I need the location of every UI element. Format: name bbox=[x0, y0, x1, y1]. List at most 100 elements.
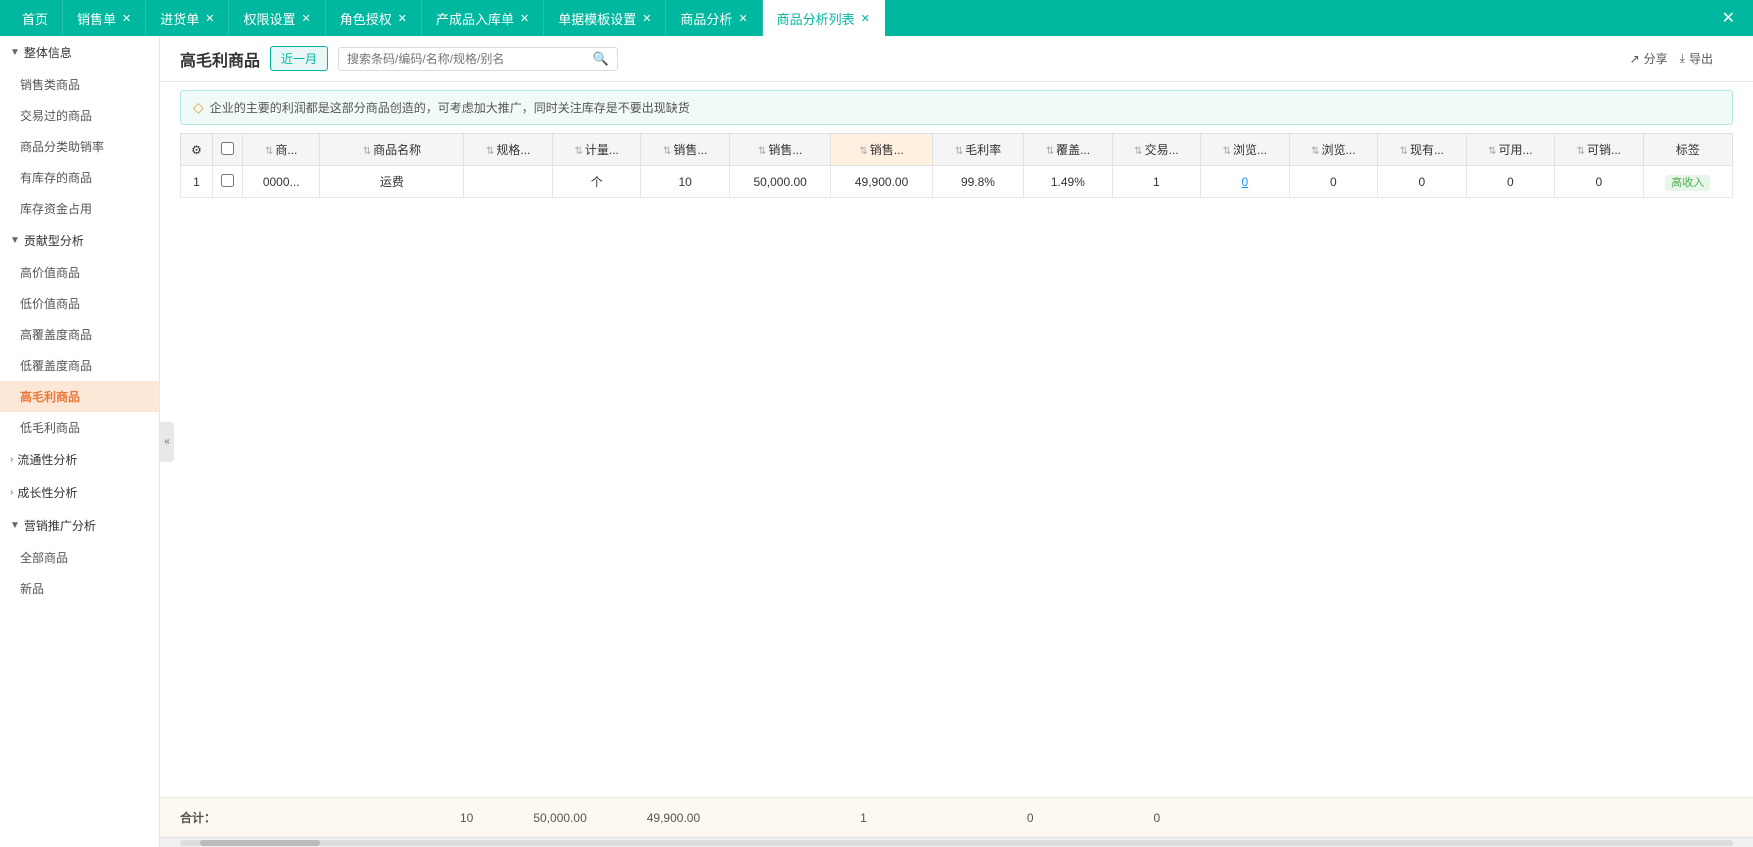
export-icon: ⤓ bbox=[1680, 51, 1685, 66]
sidebar-item-high-coverage[interactable]: 高覆盖度商品 bbox=[0, 319, 159, 350]
footer-saleable: 0 bbox=[1154, 811, 1161, 825]
share-button[interactable]: ↗ 分享 bbox=[1630, 50, 1668, 67]
col-gross-margin[interactable]: ⇅毛利率 bbox=[932, 134, 1023, 166]
sidebar-item-sales-goods[interactable]: 销售类商品 bbox=[0, 69, 159, 100]
close-analysis-tab[interactable]: ✕ bbox=[738, 12, 747, 25]
window-close-button[interactable]: ✕ bbox=[1712, 8, 1745, 28]
share-icon: ↗ bbox=[1630, 52, 1640, 66]
sidebar-item-low-margin[interactable]: 低毛利商品 bbox=[0, 412, 159, 443]
row-gross-margin: 99.8% bbox=[932, 166, 1023, 198]
sidebar-collapse-button[interactable]: « bbox=[160, 422, 174, 462]
main-layout: ▼ 整体信息 销售类商品 交易过的商品 商品分类助销率 有库存的商品 库存资金占… bbox=[0, 36, 1753, 847]
sidebar-item-new-goods[interactable]: 新品 bbox=[0, 573, 159, 604]
select-all-checkbox[interactable] bbox=[221, 142, 234, 155]
table-row: 1 0000... 运费 个 10 50,000.00 49,900.00 99… bbox=[181, 166, 1733, 198]
col-name[interactable]: ⇅商品名称 bbox=[320, 134, 464, 166]
col-sales-qty[interactable]: ⇅销售... bbox=[641, 134, 729, 166]
row-spec bbox=[464, 166, 552, 198]
nav-tab-analysis-list[interactable]: 商品分析列表 ✕ bbox=[763, 0, 885, 36]
sidebar-item-stock-capital[interactable]: 库存资金占用 bbox=[0, 193, 159, 224]
row-browse1[interactable]: 0 bbox=[1201, 166, 1289, 198]
sidebar-section-contribution[interactable]: ▼ 贡献型分析 bbox=[0, 224, 159, 257]
col-sales-amount[interactable]: ⇅销售... bbox=[729, 134, 830, 166]
sidebar-item-high-value[interactable]: 高价值商品 bbox=[0, 257, 159, 288]
row-sales-qty: 10 bbox=[641, 166, 729, 198]
col-code[interactable]: ⇅商... bbox=[243, 134, 320, 166]
close-purchase-tab[interactable]: ✕ bbox=[205, 12, 214, 25]
table-container: ⚙ ⇅商... ⇅商品名称 ⇅规格... ⇅计量... ⇅销售... ⇅销售..… bbox=[160, 133, 1753, 797]
footer-transaction: 1 bbox=[860, 811, 867, 825]
scrollbar-thumb[interactable] bbox=[200, 840, 320, 846]
nav-tab-purchase[interactable]: 进货单 ✕ bbox=[146, 0, 229, 36]
close-inbound-tab[interactable]: ✕ bbox=[520, 12, 529, 25]
row-checkbox[interactable] bbox=[221, 174, 234, 187]
nav-tab-template[interactable]: 单据模板设置 ✕ bbox=[544, 0, 666, 36]
close-permission-tab[interactable]: ✕ bbox=[302, 12, 311, 25]
scrollbar-track bbox=[180, 840, 1733, 846]
sidebar-item-high-margin[interactable]: 高毛利商品 bbox=[0, 381, 159, 412]
nav-tab-home[interactable]: 首页 bbox=[8, 0, 63, 36]
sidebar-section-marketing[interactable]: ▼ 营销推广分析 bbox=[0, 509, 159, 542]
col-spec[interactable]: ⇅规格... bbox=[464, 134, 552, 166]
row-current-stock: 0 bbox=[1378, 166, 1466, 198]
col-current-stock[interactable]: ⇅现有... bbox=[1378, 134, 1466, 166]
horizontal-scrollbar[interactable] bbox=[160, 837, 1753, 847]
search-input[interactable] bbox=[347, 52, 593, 66]
col-coverage[interactable]: ⇅覆盖... bbox=[1024, 134, 1112, 166]
arrow-marketing-icon: ▼ bbox=[10, 520, 20, 531]
row-code[interactable]: 0000... bbox=[243, 166, 320, 198]
row-name: 运费 bbox=[320, 166, 464, 198]
sidebar-item-category-rate[interactable]: 商品分类助销率 bbox=[0, 131, 159, 162]
top-nav: 首页 销售单 ✕ 进货单 ✕ 权限设置 ✕ 角色授权 ✕ 产成品入库单 ✕ 单据… bbox=[0, 0, 1753, 36]
col-browse2[interactable]: ⇅浏览... bbox=[1289, 134, 1377, 166]
row-checkbox-cell bbox=[213, 166, 243, 198]
footer-sales-amount: 50,000.00 bbox=[533, 811, 586, 825]
alert-banner: ◇ 企业的主要的利润都是这部分商品创造的，可考虑加大推广，同时关注库存是不要出现… bbox=[180, 90, 1733, 125]
sidebar-item-low-value[interactable]: 低价值商品 bbox=[0, 288, 159, 319]
sidebar-item-in-stock[interactable]: 有库存的商品 bbox=[0, 162, 159, 193]
col-settings[interactable]: ⚙ bbox=[181, 134, 213, 166]
sidebar-item-traded-goods[interactable]: 交易过的商品 bbox=[0, 100, 159, 131]
date-filter-button[interactable]: 近一月 bbox=[270, 46, 328, 71]
sidebar-item-all-goods[interactable]: 全部商品 bbox=[0, 542, 159, 573]
export-button[interactable]: ⤓ 导出 bbox=[1680, 50, 1713, 67]
alert-message: 企业的主要的利润都是这部分商品创造的，可考虑加大推广，同时关注库存是不要出现缺货 bbox=[210, 99, 690, 116]
arrow-contribution-icon: ▼ bbox=[10, 235, 20, 246]
row-tag: 高收入 bbox=[1643, 166, 1732, 198]
status-badge: 高收入 bbox=[1665, 175, 1710, 191]
close-sales-tab[interactable]: ✕ bbox=[122, 12, 131, 25]
nav-tab-analysis[interactable]: 商品分析 ✕ bbox=[666, 0, 762, 36]
sidebar-section-liquidity[interactable]: › 流通性分析 bbox=[0, 443, 159, 476]
col-unit[interactable]: ⇅计量... bbox=[552, 134, 640, 166]
col-tag[interactable]: 标签 bbox=[1643, 134, 1732, 166]
search-icon[interactable]: 🔍 bbox=[593, 51, 609, 67]
close-analysis-list-tab[interactable]: ✕ bbox=[861, 12, 870, 25]
sidebar-section-overall[interactable]: ▼ 整体信息 bbox=[0, 36, 159, 69]
sidebar-item-low-coverage[interactable]: 低覆盖度商品 bbox=[0, 350, 159, 381]
row-sales-profit: 49,900.00 bbox=[831, 166, 932, 198]
col-saleable[interactable]: ⇅可销... bbox=[1555, 134, 1643, 166]
sidebar: ▼ 整体信息 销售类商品 交易过的商品 商品分类助销率 有库存的商品 库存资金占… bbox=[0, 36, 160, 847]
col-transaction[interactable]: ⇅交易... bbox=[1112, 134, 1200, 166]
row-transaction: 1 bbox=[1112, 166, 1200, 198]
row-available: 0 bbox=[1466, 166, 1554, 198]
arrow-growth-icon: › bbox=[10, 487, 13, 498]
nav-tab-role[interactable]: 角色授权 ✕ bbox=[326, 0, 422, 36]
footer-sales-profit: 49,900.00 bbox=[647, 811, 700, 825]
close-template-tab[interactable]: ✕ bbox=[642, 12, 651, 25]
footer-label: 合计： bbox=[180, 809, 260, 826]
col-browse1[interactable]: ⇅浏览... bbox=[1201, 134, 1289, 166]
row-saleable: 0 bbox=[1555, 166, 1643, 198]
col-available[interactable]: ⇅可用... bbox=[1466, 134, 1554, 166]
sidebar-section-growth[interactable]: › 成长性分析 bbox=[0, 476, 159, 509]
footer-sales-qty: 10 bbox=[460, 811, 473, 825]
data-table: ⚙ ⇅商... ⇅商品名称 ⇅规格... ⇅计量... ⇅销售... ⇅销售..… bbox=[180, 133, 1733, 198]
close-role-tab[interactable]: ✕ bbox=[398, 12, 407, 25]
footer-current-stock: 0 bbox=[1027, 811, 1034, 825]
row-num: 1 bbox=[181, 166, 213, 198]
nav-tab-sales[interactable]: 销售单 ✕ bbox=[63, 0, 146, 36]
nav-tab-inbound[interactable]: 产成品入库单 ✕ bbox=[422, 0, 544, 36]
nav-tab-permission[interactable]: 权限设置 ✕ bbox=[229, 0, 325, 36]
col-sales-profit[interactable]: ⇅销售... bbox=[831, 134, 932, 166]
content-header: 高毛利商品 近一月 🔍 ↗ 分享 ⤓ 导出 bbox=[160, 36, 1753, 82]
